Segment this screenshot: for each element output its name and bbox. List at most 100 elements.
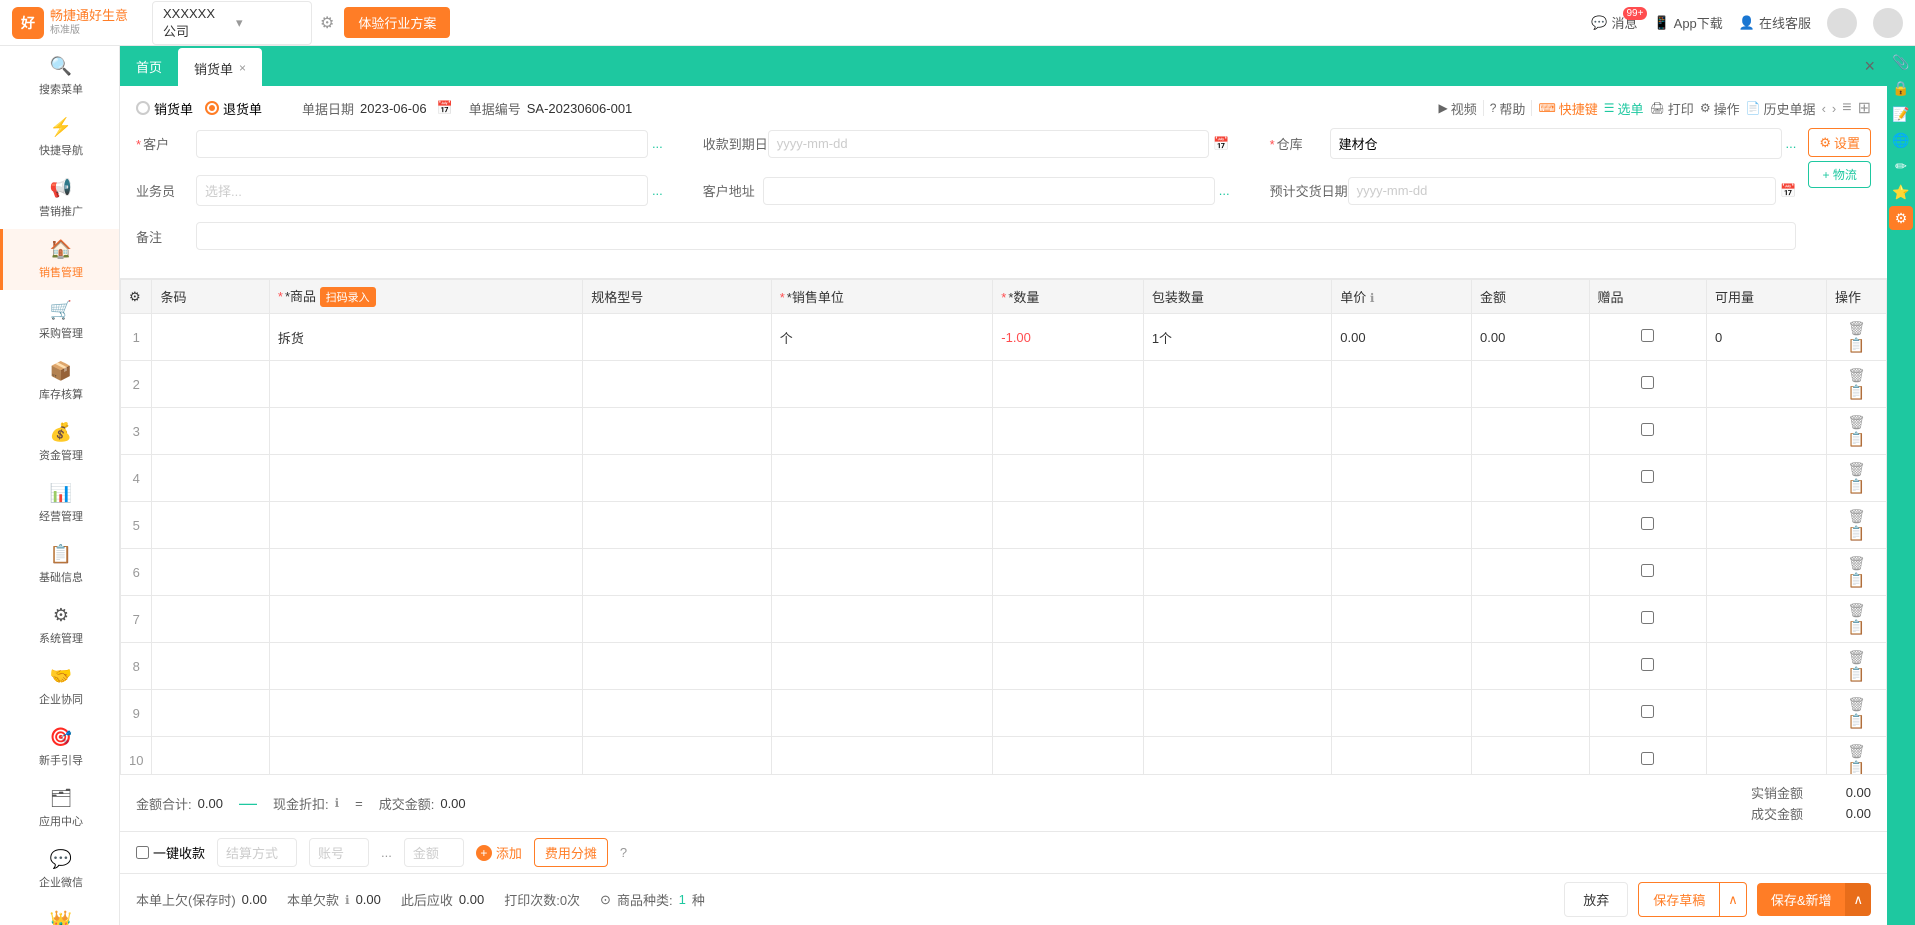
company-selector[interactable]: XXXXXX公司 ▾ (152, 1, 312, 45)
cell-amount[interactable] (1472, 455, 1589, 502)
customer-addr-dots[interactable]: ... (1219, 183, 1230, 198)
cell-price[interactable] (1332, 408, 1472, 455)
gift-checkbox[interactable] (1641, 517, 1654, 530)
cell-product[interactable] (269, 596, 582, 643)
nav-prev-icon[interactable]: ‹ (1822, 101, 1826, 116)
delete-icon[interactable]: 🗑 (1848, 414, 1866, 430)
sidebar-item-marketing[interactable]: 📢 营销推广 (0, 168, 119, 229)
logistics-btn[interactable]: + 物流 (1808, 161, 1871, 188)
grid-view-icon[interactable]: ⊞ (1858, 98, 1871, 118)
account-dots[interactable]: ... (381, 845, 392, 860)
cell-spec[interactable] (583, 690, 771, 737)
cell-gift[interactable] (1589, 502, 1707, 549)
rp-settings-icon[interactable]: ⚙ (1889, 206, 1913, 230)
account-selector[interactable]: 账号 (309, 838, 369, 867)
cell-pkg-qty[interactable] (1143, 690, 1331, 737)
cell-amount[interactable] (1472, 502, 1589, 549)
cell-unit[interactable] (771, 643, 993, 690)
cell-unit[interactable] (771, 690, 993, 737)
cell-pkg-qty[interactable] (1143, 408, 1331, 455)
quick-pay-check[interactable] (136, 846, 149, 859)
save-new-btn[interactable]: 保存&新增 (1757, 883, 1846, 916)
cell-qty[interactable] (993, 408, 1144, 455)
cell-spec[interactable] (583, 502, 771, 549)
cell-barcode[interactable] (152, 502, 269, 549)
copy-icon[interactable]: 📋 (1848, 337, 1865, 353)
gift-checkbox[interactable] (1641, 752, 1654, 765)
cell-spec[interactable] (583, 643, 771, 690)
customer-input[interactable] (196, 130, 648, 158)
delete-icon[interactable]: 🗑 (1848, 743, 1866, 759)
cell-spec[interactable] (583, 737, 771, 775)
cell-price[interactable] (1332, 549, 1472, 596)
cell-gift[interactable] (1589, 361, 1707, 408)
user-avatar-2[interactable] (1873, 8, 1903, 38)
cell-barcode[interactable] (152, 314, 269, 361)
warehouse-dots[interactable]: ... (1786, 136, 1797, 151)
cell-spec[interactable] (583, 361, 771, 408)
cell-product[interactable] (269, 549, 582, 596)
online-service-btn[interactable]: 👤 在线客服 (1739, 13, 1811, 32)
cell-barcode[interactable] (152, 643, 269, 690)
message-btn[interactable]: 💬 消息 99+ (1591, 13, 1637, 32)
cell-unit[interactable]: 个 (771, 314, 993, 361)
cell-price[interactable] (1332, 596, 1472, 643)
customer-addr-input[interactable] (763, 177, 1215, 205)
cell-unit[interactable] (771, 502, 993, 549)
sidebar-item-purchase[interactable]: 🛒 采购管理 (0, 290, 119, 351)
copy-icon[interactable]: 📋 (1848, 478, 1865, 494)
cell-gift[interactable] (1589, 408, 1707, 455)
cell-pkg-qty[interactable] (1143, 502, 1331, 549)
gift-checkbox[interactable] (1641, 329, 1654, 342)
sidebar-item-appstore[interactable]: 🗂 应用中心 (0, 778, 119, 839)
cell-barcode[interactable] (152, 455, 269, 502)
cell-qty[interactable] (993, 737, 1144, 775)
cell-amount[interactable] (1472, 361, 1589, 408)
sidebar-item-inventory[interactable]: 📦 库存核算 (0, 351, 119, 412)
cell-pkg-qty[interactable] (1143, 737, 1331, 775)
cell-barcode[interactable] (152, 549, 269, 596)
cell-price[interactable] (1332, 361, 1472, 408)
cell-unit[interactable] (771, 361, 993, 408)
cell-qty[interactable]: -1.00 (993, 314, 1144, 361)
trial-btn[interactable]: 体验行业方案 (344, 7, 450, 38)
gift-checkbox[interactable] (1641, 611, 1654, 624)
method-selector[interactable]: 结算方式 (217, 838, 297, 867)
sidebar-item-wechat[interactable]: 💬 企业微信 (0, 839, 119, 900)
cell-barcode[interactable] (152, 408, 269, 455)
save-new-dropdown[interactable]: ∧ (1845, 883, 1871, 916)
scan-btn[interactable]: 扫码录入 (320, 287, 376, 307)
user-avatar[interactable] (1827, 8, 1857, 38)
window-close-icon[interactable]: × (1852, 56, 1887, 77)
sidebar-item-shortcut[interactable]: ⚡ 快捷导航 (0, 107, 119, 168)
rp-lock-icon[interactable]: 🔒 (1889, 76, 1913, 100)
list-view-icon[interactable]: ≡ (1842, 99, 1851, 117)
delete-icon[interactable]: 🗑 (1848, 602, 1866, 618)
cell-gift[interactable] (1589, 690, 1707, 737)
delete-icon[interactable]: 🗑 (1848, 649, 1866, 665)
rp-star-icon[interactable]: ⭐ (1889, 180, 1913, 204)
cell-pkg-qty[interactable] (1143, 455, 1331, 502)
save-draft-btn[interactable]: 保存草稿 (1638, 882, 1720, 917)
cell-price[interactable] (1332, 502, 1472, 549)
cell-price[interactable] (1332, 737, 1472, 775)
radio-sales[interactable]: 销货单 (136, 99, 193, 118)
delete-icon[interactable]: 🗑 (1848, 367, 1866, 383)
cell-spec[interactable] (583, 314, 771, 361)
quick-pay-checkbox[interactable]: 一键收款 (136, 843, 205, 862)
cell-unit[interactable] (771, 596, 993, 643)
cell-product[interactable] (269, 502, 582, 549)
cell-gift[interactable] (1589, 455, 1707, 502)
cell-gift[interactable] (1589, 737, 1707, 775)
sidebar-item-sales[interactable]: 🏠 销售管理 (0, 229, 119, 290)
video-link[interactable]: ▶ 视频 (1438, 99, 1476, 118)
rp-globe-icon[interactable]: 🌐 (1889, 128, 1913, 152)
copy-icon[interactable]: 📋 (1848, 525, 1865, 541)
cell-barcode[interactable] (152, 596, 269, 643)
rp-edit-icon[interactable]: ✏ (1889, 154, 1913, 178)
amount-input[interactable]: 金额 (404, 838, 464, 867)
delete-icon[interactable]: 🗑 (1848, 508, 1866, 524)
expected-date-calendar-icon[interactable]: 📅 (1780, 183, 1796, 199)
gift-checkbox[interactable] (1641, 705, 1654, 718)
copy-icon[interactable]: 📋 (1848, 572, 1865, 588)
